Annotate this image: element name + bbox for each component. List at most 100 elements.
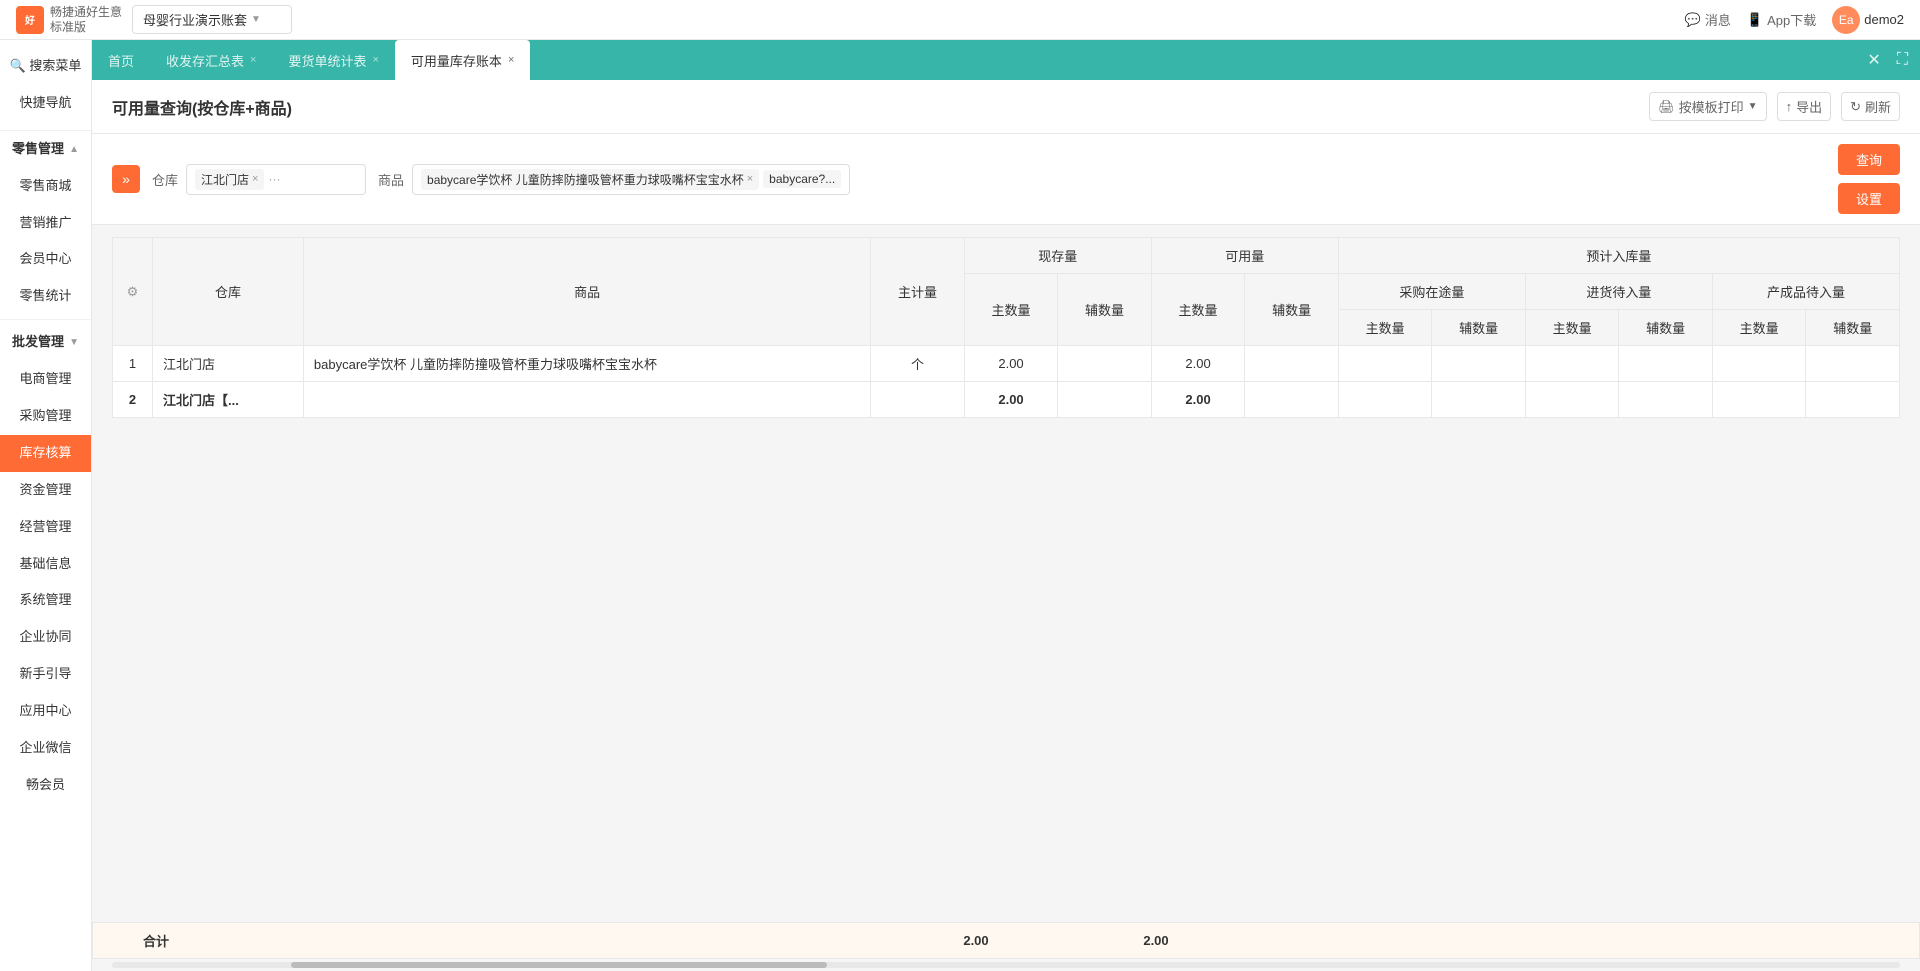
sidebar-item-purchase-mgmt[interactable]: 采购管理 bbox=[0, 398, 91, 435]
warehouse-input[interactable]: 江北门店 × ··· bbox=[186, 164, 366, 195]
message-button[interactable]: 💬 消息 bbox=[1685, 10, 1731, 29]
footer-available-total: 2.00 bbox=[1096, 933, 1216, 948]
scroll-track bbox=[112, 962, 1900, 968]
tab-close-receipts[interactable]: × bbox=[250, 54, 256, 66]
row1-stock-aux bbox=[1058, 346, 1152, 382]
sidebar-item-retail-mgmt[interactable]: 零售管理 ▲ bbox=[0, 131, 91, 168]
row2-purchase-aux bbox=[1432, 382, 1526, 418]
sidebar-item-retail-stats[interactable]: 零售统计 bbox=[0, 278, 91, 315]
row2-unit bbox=[871, 382, 965, 418]
settings-button[interactable]: 设置 bbox=[1838, 183, 1900, 214]
top-bar-left: 好 畅捷通好生意 标准版 母婴行业演示账套 ▼ bbox=[16, 5, 292, 34]
th-purchase-aux: 辅数量 bbox=[1432, 310, 1526, 346]
template-print-button[interactable]: 🖨 按模板打印 ▼ bbox=[1649, 92, 1766, 121]
remove-product-tag-1[interactable]: × bbox=[747, 173, 753, 185]
expand-filter-button[interactable]: » bbox=[112, 165, 140, 193]
row2-purchase-main bbox=[1338, 382, 1432, 418]
row1-available-aux bbox=[1245, 346, 1339, 382]
row2-product bbox=[303, 382, 870, 418]
sidebar-item-base-info[interactable]: 基础信息 bbox=[0, 546, 91, 583]
sidebar-item-app-center[interactable]: 应用中心 bbox=[0, 693, 91, 730]
app-download-button[interactable]: 📱 App下载 bbox=[1747, 10, 1816, 29]
sidebar-item-enterprise-wechat[interactable]: 企业微信 bbox=[0, 730, 91, 767]
scroll-thumb[interactable] bbox=[291, 962, 827, 968]
sidebar-item-wholesale-mgmt[interactable]: 批发管理 ▼ bbox=[0, 324, 91, 361]
refresh-icon: ↻ bbox=[1850, 99, 1861, 115]
page-header: 可用量查询(按仓库+商品) 🖨 按模板打印 ▼ ↑ 导出 ↻ 刷新 bbox=[92, 80, 1920, 134]
page-content: 可用量查询(按仓库+商品) 🖨 按模板打印 ▼ ↑ 导出 ↻ 刷新 bbox=[92, 80, 1920, 971]
row1-stock-main: 2.00 bbox=[964, 346, 1058, 382]
row1-index: 1 bbox=[113, 346, 153, 382]
row2-index: 2 bbox=[113, 382, 153, 418]
tab-close-order-stats[interactable]: × bbox=[372, 54, 378, 66]
product-filter-group: 商品 babycare学饮杯 儿童防摔防撞吸管杯重力球吸嘴杯宝宝水杯 × bab… bbox=[378, 164, 850, 195]
filter-row: » 仓库 江北门店 × ··· 商品 bbox=[92, 134, 1920, 225]
th-main-unit: 主计量 bbox=[871, 238, 965, 346]
main-container: 🔍 搜索菜单 快捷导航 零售管理 ▲ 零售商城 营销推广 会员中心 零售统计 批… bbox=[0, 40, 1920, 971]
sidebar-item-member-center[interactable]: 会员中心 bbox=[0, 241, 91, 278]
sidebar-item-ecommerce[interactable]: 电商管理 bbox=[0, 361, 91, 398]
row1-available-main: 2.00 bbox=[1151, 346, 1245, 382]
query-button[interactable]: 查询 bbox=[1838, 144, 1900, 175]
th-finished-aux: 辅数量 bbox=[1806, 310, 1900, 346]
th-purchase-in-transit: 采购在途量 bbox=[1338, 274, 1525, 310]
sidebar-item-marketing[interactable]: 营销推广 bbox=[0, 205, 91, 242]
sidebar-quick-nav[interactable]: 快捷导航 bbox=[0, 85, 91, 122]
top-bar-right: 💬 消息 📱 App下载 Ea demo2 bbox=[1685, 6, 1904, 34]
row2-warehouse: 江北门店【... bbox=[153, 382, 304, 418]
th-product: 商品 bbox=[303, 238, 870, 346]
th-goods-main: 主数量 bbox=[1525, 310, 1619, 346]
th-available-group: 可用量 bbox=[1151, 238, 1338, 274]
row1-unit: 个 bbox=[871, 346, 965, 382]
sidebar-item-inventory[interactable]: 库存核算 bbox=[0, 435, 91, 472]
tab-close-all-icon[interactable]: ✕ bbox=[1863, 46, 1884, 74]
scroll-bar-container bbox=[92, 959, 1920, 971]
chevron-down-icon-3: ▼ bbox=[1748, 101, 1758, 112]
sidebar-item-finance[interactable]: 资金管理 bbox=[0, 472, 91, 509]
sidebar-divider-1 bbox=[0, 319, 91, 320]
chevron-down-icon-2: ▼ bbox=[69, 336, 79, 349]
sidebar-item-enterprise-collab[interactable]: 企业协同 bbox=[0, 619, 91, 656]
warehouse-tag-1: 江北门店 × bbox=[195, 169, 264, 190]
chevron-up-icon: ▲ bbox=[69, 143, 79, 156]
tab-bar: 首页 收发存汇总表 × 要货单统计表 × 可用量库存账本 × ✕ ⛶ bbox=[92, 40, 1920, 80]
sidebar-item-member-program[interactable]: 畅会员 bbox=[0, 767, 91, 804]
page-query-actions: 查询 设置 bbox=[1838, 144, 1900, 214]
top-bar: 好 畅捷通好生意 标准版 母婴行业演示账套 ▼ 💬 消息 📱 App下载 Ea … bbox=[0, 0, 1920, 40]
row1-product: babycare学饮杯 儿童防摔防撞吸管杯重力球吸嘴杯宝宝水杯 bbox=[303, 346, 870, 382]
th-purchase-main: 主数量 bbox=[1338, 310, 1432, 346]
refresh-button[interactable]: ↻ 刷新 bbox=[1841, 92, 1900, 121]
tab-receipts[interactable]: 收发存汇总表 × bbox=[150, 40, 272, 80]
table-container: ⚙ 仓库 商品 主计量 现存量 可用量 预计入库量 主数量 辅数量 bbox=[92, 225, 1920, 922]
row2-available-main: 2.00 bbox=[1151, 382, 1245, 418]
mobile-icon: 📱 bbox=[1747, 12, 1763, 28]
user-profile[interactable]: Ea demo2 bbox=[1832, 6, 1904, 34]
row1-warehouse: 江北门店 bbox=[153, 346, 304, 382]
export-button[interactable]: ↑ 导出 bbox=[1777, 92, 1832, 121]
tab-order-stats[interactable]: 要货单统计表 × bbox=[272, 40, 394, 80]
th-current-stock-group: 现存量 bbox=[964, 238, 1151, 274]
row2-stock-aux bbox=[1058, 382, 1152, 418]
row1-finished-aux bbox=[1806, 346, 1900, 382]
search-icon: 🔍 bbox=[10, 58, 26, 75]
tab-available-inventory[interactable]: 可用量库存账本 × bbox=[395, 40, 530, 80]
footer-stock-total: 2.00 bbox=[916, 933, 1036, 948]
th-planned-inbound-group: 预计入库量 bbox=[1338, 238, 1899, 274]
sidebar-item-sys-mgmt[interactable]: 系统管理 bbox=[0, 582, 91, 619]
sidebar-item-new-guide[interactable]: 新手引导 bbox=[0, 656, 91, 693]
avatar: Ea bbox=[1832, 6, 1860, 34]
sidebar-search[interactable]: 🔍 搜索菜单 bbox=[0, 48, 91, 85]
th-finished-main: 主数量 bbox=[1712, 310, 1806, 346]
print-icon: 🖨 bbox=[1658, 99, 1675, 115]
org-selector[interactable]: 母婴行业演示账套 ▼ bbox=[132, 5, 292, 34]
tab-home[interactable]: 首页 bbox=[92, 40, 150, 80]
row2-finished-main bbox=[1712, 382, 1806, 418]
tab-close-available-inventory[interactable]: × bbox=[508, 54, 514, 66]
settings-icon[interactable]: ⚙ bbox=[127, 284, 139, 299]
product-input[interactable]: babycare学饮杯 儿童防摔防撞吸管杯重力球吸嘴杯宝宝水杯 × babyca… bbox=[412, 164, 850, 195]
tab-expand-icon[interactable]: ⛶ bbox=[1893, 47, 1912, 73]
remove-warehouse-tag-1[interactable]: × bbox=[252, 173, 258, 185]
sidebar-item-retail-store[interactable]: 零售商城 bbox=[0, 168, 91, 205]
sidebar-item-operations[interactable]: 经营管理 bbox=[0, 509, 91, 546]
warehouse-more[interactable]: ··· bbox=[268, 172, 280, 186]
